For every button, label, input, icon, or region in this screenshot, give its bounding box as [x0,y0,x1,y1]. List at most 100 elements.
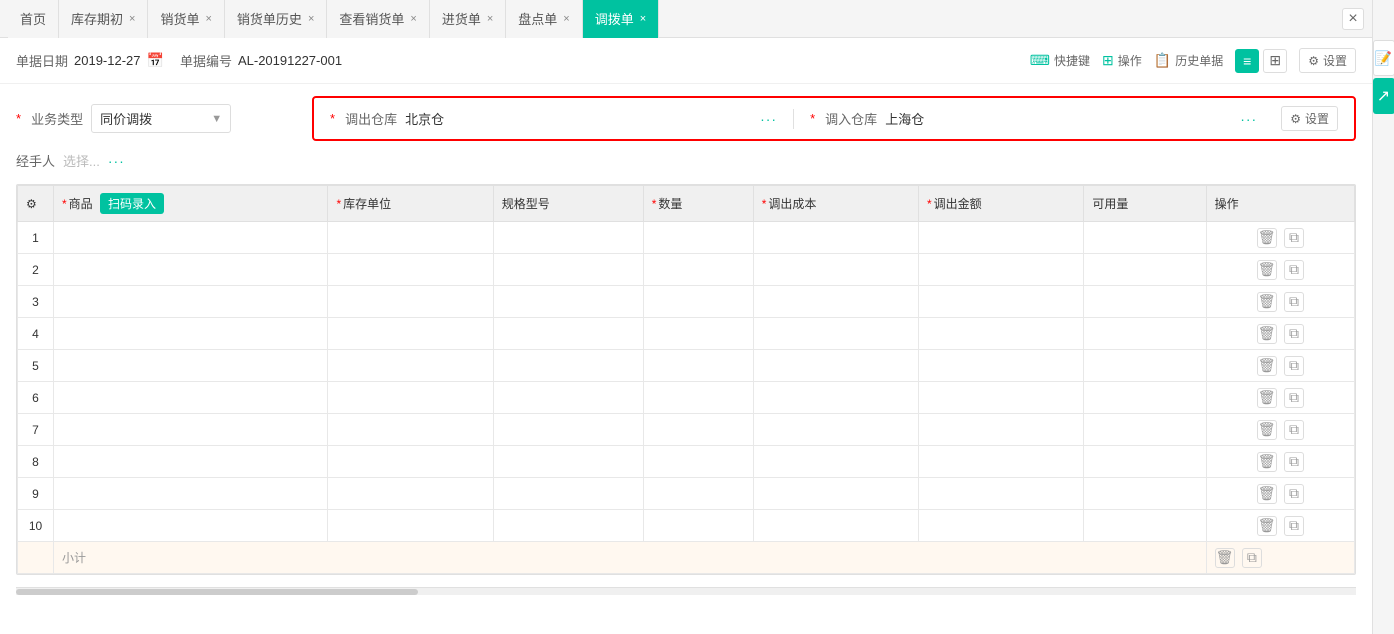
tab-purchase-order[interactable]: 进货单 × [430,0,506,38]
cell-spec-8[interactable] [493,446,643,478]
cell-product-1[interactable] [54,222,328,254]
close-tab-transfer-order[interactable]: × [640,13,646,25]
cell-product-2[interactable] [54,254,328,286]
cell-unit-2[interactable] [328,254,493,286]
calendar-icon[interactable]: 📅 [147,52,164,69]
close-tab-view-sales[interactable]: × [410,13,416,25]
cell-spec-1[interactable] [493,222,643,254]
copy-row-btn-10[interactable]: ⧉ [1284,516,1304,536]
close-window-btn[interactable]: × [1342,8,1364,30]
copy-row-btn-7[interactable]: ⧉ [1284,420,1304,440]
close-tab-sales-order[interactable]: × [205,13,211,25]
delete-row-btn-9[interactable]: 🗑 [1257,484,1277,504]
subtotal-row-delete-btn[interactable]: 🗑 [1215,548,1235,568]
cell-product-5[interactable] [54,350,328,382]
cell-unit-7[interactable] [328,414,493,446]
settings-btn[interactable]: ⚙ 设置 [1299,48,1356,73]
operation-btn[interactable]: ⊞ 操作 [1102,52,1142,69]
delete-row-btn-4[interactable]: 🗑 [1257,324,1277,344]
cell-amount-5[interactable] [919,350,1084,382]
copy-row-btn-4[interactable]: ⧉ [1284,324,1304,344]
warehouse-in-more-btn[interactable]: ··· [1240,111,1257,127]
cell-spec-7[interactable] [493,414,643,446]
tab-inventory-init[interactable]: 库存期初 × [59,0,148,38]
close-tab-inventory-count[interactable]: × [563,13,569,25]
shortcut-btn[interactable]: ⌨ 快捷键 [1030,52,1090,69]
cell-cost-1[interactable] [753,222,918,254]
copy-row-btn-5[interactable]: ⧉ [1284,356,1304,376]
handler-placeholder[interactable]: 选择... [63,151,100,170]
cell-spec-9[interactable] [493,478,643,510]
cell-unit-5[interactable] [328,350,493,382]
copy-row-btn-1[interactable]: ⧉ [1284,228,1304,248]
cell-amount-8[interactable] [919,446,1084,478]
cell-unit-3[interactable] [328,286,493,318]
tab-view-sales[interactable]: 查看销货单 × [327,0,429,38]
delete-row-btn-10[interactable]: 🗑 [1257,516,1277,536]
cell-qty-3[interactable] [643,286,753,318]
cell-spec-6[interactable] [493,382,643,414]
cell-product-6[interactable] [54,382,328,414]
cell-amount-9[interactable] [919,478,1084,510]
close-tab-sales-history[interactable]: × [308,13,314,25]
cell-spec-4[interactable] [493,318,643,350]
warehouse-in-value[interactable]: 上海仓 [885,109,1232,128]
copy-row-btn-3[interactable]: ⧉ [1284,292,1304,312]
cell-cost-7[interactable] [753,414,918,446]
copy-row-btn-6[interactable]: ⧉ [1284,388,1304,408]
cell-qty-10[interactable] [643,510,753,542]
cell-amount-7[interactable] [919,414,1084,446]
cell-qty-8[interactable] [643,446,753,478]
cell-unit-4[interactable] [328,318,493,350]
cell-product-7[interactable] [54,414,328,446]
delete-row-btn-1[interactable]: 🗑 [1257,228,1277,248]
cell-amount-4[interactable] [919,318,1084,350]
toolbar-grid-view-btn[interactable]: ⊞ [1263,49,1287,73]
cell-qty-4[interactable] [643,318,753,350]
cell-amount-6[interactable] [919,382,1084,414]
close-tab-purchase-order[interactable]: × [487,13,493,25]
date-value[interactable]: 2019-12-27 [74,53,141,68]
business-type-select[interactable]: 同价调拨 ▼ [91,104,231,133]
history-btn[interactable]: 📋 历史单据 [1154,52,1223,69]
copy-row-btn-8[interactable]: ⧉ [1284,452,1304,472]
cell-amount-10[interactable] [919,510,1084,542]
cell-cost-10[interactable] [753,510,918,542]
cell-spec-3[interactable] [493,286,643,318]
cell-cost-8[interactable] [753,446,918,478]
cell-unit-10[interactable] [328,510,493,542]
cell-cost-5[interactable] [753,350,918,382]
cell-amount-1[interactable] [919,222,1084,254]
cell-cost-2[interactable] [753,254,918,286]
copy-row-btn-2[interactable]: ⧉ [1284,260,1304,280]
copy-row-btn-9[interactable]: ⧉ [1284,484,1304,504]
cell-product-3[interactable] [54,286,328,318]
scroll-thumb[interactable] [16,589,418,595]
sidebar-notes-btn[interactable]: 📝 [1373,40,1394,76]
cell-amount-2[interactable] [919,254,1084,286]
delete-row-btn-2[interactable]: 🗑 [1257,260,1277,280]
cell-amount-3[interactable] [919,286,1084,318]
warehouse-out-value[interactable]: 北京仓 [405,109,752,128]
warehouse-out-more-btn[interactable]: ··· [760,111,777,127]
tab-transfer-order[interactable]: 调拨单 × [583,0,659,38]
toolbar-list-view-btn[interactable]: ≡ [1235,49,1259,73]
warehouse-settings-btn[interactable]: ⚙ 设置 [1281,106,1338,131]
scan-entry-btn[interactable]: 扫码录入 [100,193,164,214]
cell-cost-4[interactable] [753,318,918,350]
delete-row-btn-6[interactable]: 🗑 [1257,388,1277,408]
cell-cost-3[interactable] [753,286,918,318]
cell-product-4[interactable] [54,318,328,350]
cell-product-8[interactable] [54,446,328,478]
delete-row-btn-7[interactable]: 🗑 [1257,420,1277,440]
horizontal-scrollbar[interactable] [16,587,1356,595]
close-tab-inventory-init[interactable]: × [129,13,135,25]
cell-product-10[interactable] [54,510,328,542]
cell-qty-9[interactable] [643,478,753,510]
cell-product-9[interactable] [54,478,328,510]
subtotal-row-copy-btn[interactable]: ⧉ [1242,548,1262,568]
cell-qty-5[interactable] [643,350,753,382]
cell-qty-7[interactable] [643,414,753,446]
cell-unit-1[interactable] [328,222,493,254]
tab-sales-order[interactable]: 销货单 × [148,0,224,38]
